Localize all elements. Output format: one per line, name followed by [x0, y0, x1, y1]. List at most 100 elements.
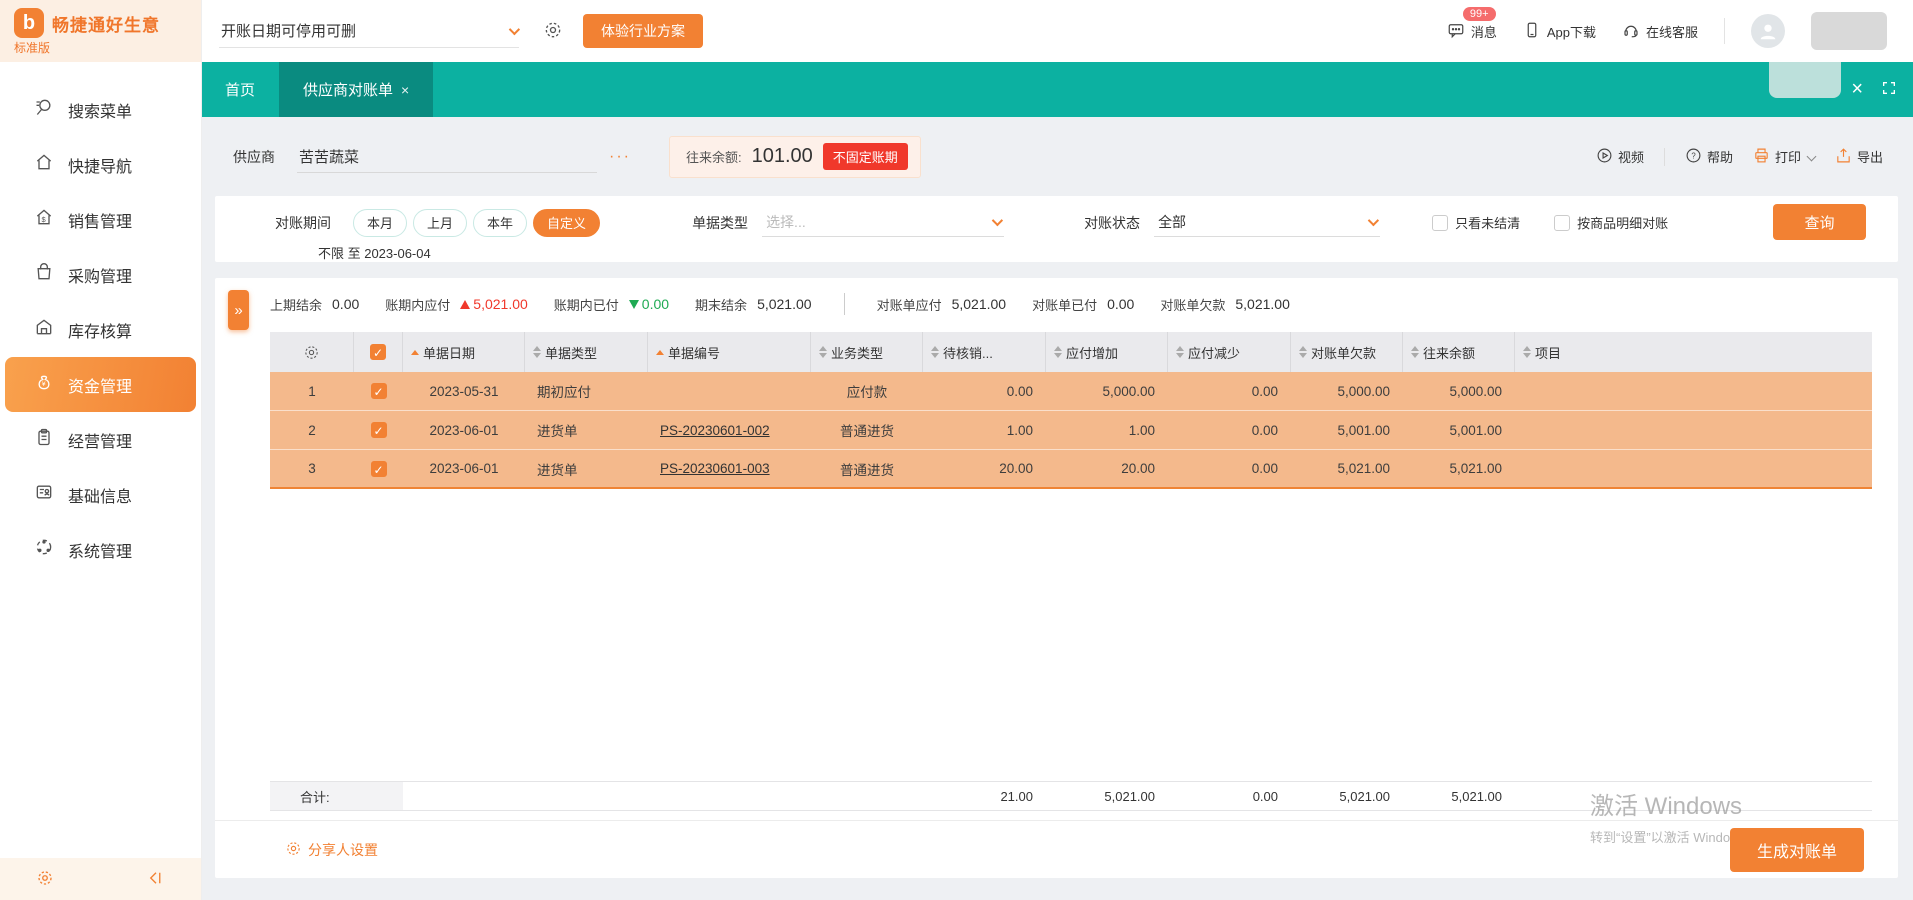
- sidebar-menu: 搜索菜单 快捷导航 $ 销售管理 采购管理 库存核算 ¥ 资金管理 经营管理 基…: [0, 62, 201, 577]
- row-checkbox[interactable]: ✓: [354, 411, 403, 449]
- totals-decrease: 0.00: [1252, 788, 1278, 804]
- supplier-more-button[interactable]: ···: [609, 148, 631, 166]
- account-set-dropdown[interactable]: 开账日期可停用可删: [219, 14, 521, 48]
- stat-label: 对账单已付: [1032, 297, 1098, 313]
- column-header-biz-type[interactable]: 业务类型: [811, 332, 923, 372]
- doc-no-link[interactable]: PS-20230601-002: [660, 423, 770, 438]
- supplier-label: 供应商: [233, 148, 275, 165]
- close-all-tabs-icon[interactable]: ×: [1851, 78, 1863, 101]
- sidebar-item-search-menu[interactable]: 搜索菜单: [0, 82, 201, 137]
- cell-project: [1515, 411, 1872, 449]
- table-row[interactable]: 1 ✓ 2023-05-31 期初应付 应付款 0.00 5,000.00 0.…: [270, 372, 1872, 411]
- period-last-month[interactable]: 上月: [413, 208, 468, 237]
- messages-button[interactable]: 99+ 消息: [1447, 6, 1497, 42]
- online-support-button[interactable]: 在线客服: [1622, 21, 1698, 42]
- sidebar-item-base-info[interactable]: 基础信息: [0, 467, 201, 522]
- stat-label: 上期结余: [270, 297, 323, 313]
- column-header-balance[interactable]: 往来余额: [1403, 332, 1515, 372]
- row-checkbox[interactable]: ✓: [354, 450, 403, 487]
- arrow-down-icon: [628, 300, 639, 309]
- help-button[interactable]: ? 帮助: [1685, 147, 1733, 167]
- watermark-line1: 激活 Windows: [1590, 793, 1743, 820]
- supplier-select[interactable]: 苦苦蔬菜: [297, 141, 597, 173]
- doc-type-select[interactable]: 选择...: [762, 208, 1005, 237]
- tab-label: 供应商对账单: [303, 82, 394, 99]
- chevron-down-icon: [991, 214, 1004, 227]
- column-settings-gear-icon[interactable]: [270, 332, 354, 372]
- column-header-owed[interactable]: 对账单欠款: [1291, 332, 1403, 372]
- sidebar-item-inventory[interactable]: 库存核算: [0, 302, 201, 357]
- cell-doc-date: 2023-06-01: [429, 461, 499, 476]
- table-row[interactable]: 3 ✓ 2023-06-01 进货单 PS-20230601-003 普通进货 …: [270, 450, 1872, 489]
- cell-owed: 5,001.00: [1337, 422, 1390, 438]
- fullscreen-icon[interactable]: [1881, 80, 1897, 99]
- checkbox-icon: [1554, 214, 1571, 231]
- doc-no-link[interactable]: PS-20230601-003: [660, 461, 770, 476]
- checkbox-icon: [1432, 214, 1449, 231]
- app-download-label: App下载: [1546, 24, 1596, 40]
- sidebar-item-funds[interactable]: ¥ 资金管理: [5, 357, 196, 412]
- app-download-button[interactable]: App下载: [1523, 21, 1596, 42]
- help-label: 帮助: [1706, 150, 1733, 165]
- cell-biz-type: 应付款: [846, 385, 888, 400]
- by-product-checkbox[interactable]: 按商品明细对账: [1554, 213, 1668, 232]
- shopping-bag-icon: [34, 262, 54, 287]
- share-gear-icon: [285, 840, 302, 860]
- period-custom[interactable]: 自定义: [533, 208, 601, 237]
- share-settings-button[interactable]: 分享人设置: [285, 840, 378, 860]
- sidebar-item-sales[interactable]: $ 销售管理: [0, 192, 201, 247]
- print-label: 打印: [1774, 150, 1801, 165]
- status-select[interactable]: 全部: [1154, 208, 1381, 237]
- column-header-pending[interactable]: 待核销...: [923, 332, 1046, 372]
- stat-value: 5,021.00: [460, 296, 528, 312]
- checkbox-checked-icon: ✓: [370, 383, 387, 399]
- trial-solution-button[interactable]: 体验行业方案: [583, 14, 703, 48]
- expand-panel-button[interactable]: »: [228, 290, 249, 330]
- top-header: 开账日期可停用可删 体验行业方案 99+ 消息 App下载 在线客服: [201, 0, 1913, 62]
- export-button[interactable]: 导出: [1835, 147, 1883, 167]
- column-header-doc-date[interactable]: 单据日期: [403, 332, 525, 372]
- header-gear-icon[interactable]: [543, 20, 563, 43]
- unsettled-label: 只看未结清: [1455, 216, 1521, 231]
- share-settings-label: 分享人设置: [308, 841, 378, 858]
- sidebar-item-system[interactable]: 系统管理: [0, 522, 201, 577]
- column-header-project[interactable]: 项目: [1515, 332, 1872, 372]
- settings-gear-icon[interactable]: [36, 869, 54, 890]
- doc-type-placeholder: 选择...: [766, 214, 806, 230]
- sidebar-item-operations[interactable]: 经营管理: [0, 412, 201, 467]
- cell-decrease: 0.00: [1251, 383, 1278, 399]
- collapse-sidebar-icon[interactable]: [147, 869, 165, 890]
- period-this-year[interactable]: 本年: [473, 208, 528, 237]
- print-button[interactable]: 打印: [1753, 147, 1817, 167]
- messages-label: 消息: [1470, 24, 1497, 40]
- column-header-doc-type[interactable]: 单据类型: [525, 332, 648, 372]
- tab-home[interactable]: 首页: [201, 62, 279, 117]
- column-header-increase[interactable]: 应付增加: [1046, 332, 1168, 372]
- table-row[interactable]: 2 ✓ 2023-06-01 进货单 PS-20230601-002 普通进货 …: [270, 411, 1872, 450]
- warehouse-icon: [34, 317, 54, 342]
- column-header-doc-no[interactable]: 单据编号: [648, 332, 811, 372]
- search-button[interactable]: 查询: [1773, 204, 1866, 240]
- stat-label: 对账单欠款: [1160, 297, 1226, 313]
- select-all-checkbox[interactable]: ✓: [354, 332, 403, 372]
- user-avatar[interactable]: [1751, 14, 1785, 48]
- sidebar-item-purchase[interactable]: 采购管理: [0, 247, 201, 302]
- table-header-row: ✓ 单据日期 单据类型 单据编号 业务类型 待核销... 应付增加 应付减少 对…: [270, 332, 1872, 372]
- period-this-month[interactable]: 本月: [353, 208, 408, 237]
- sidebar: b 畅捷通好生意 标准版 搜索菜单 快捷导航 $ 销售管理 采购管理 库存核算 …: [0, 0, 201, 900]
- tab-supplier-statement[interactable]: 供应商对账单 ×: [279, 62, 434, 117]
- cell-owed: 5,000.00: [1337, 383, 1390, 399]
- tab-close-icon[interactable]: ×: [401, 82, 409, 98]
- row-checkbox[interactable]: ✓: [354, 372, 403, 410]
- sidebar-item-quick-nav[interactable]: 快捷导航: [0, 137, 201, 192]
- unsettled-checkbox[interactable]: 只看未结清: [1432, 213, 1520, 232]
- sidebar-item-label: 系统管理: [68, 543, 133, 561]
- cell-doc-no: PS-20230601-002: [648, 411, 811, 449]
- message-bubble-icon: [1447, 21, 1465, 42]
- column-header-decrease[interactable]: 应付减少: [1168, 332, 1291, 372]
- balance-label: 往来余额:: [685, 150, 742, 165]
- online-support-label: 在线客服: [1645, 24, 1698, 40]
- divider: [1724, 18, 1725, 44]
- video-button[interactable]: 视频: [1596, 147, 1644, 167]
- generate-statement-button[interactable]: 生成对账单: [1730, 827, 1864, 872]
